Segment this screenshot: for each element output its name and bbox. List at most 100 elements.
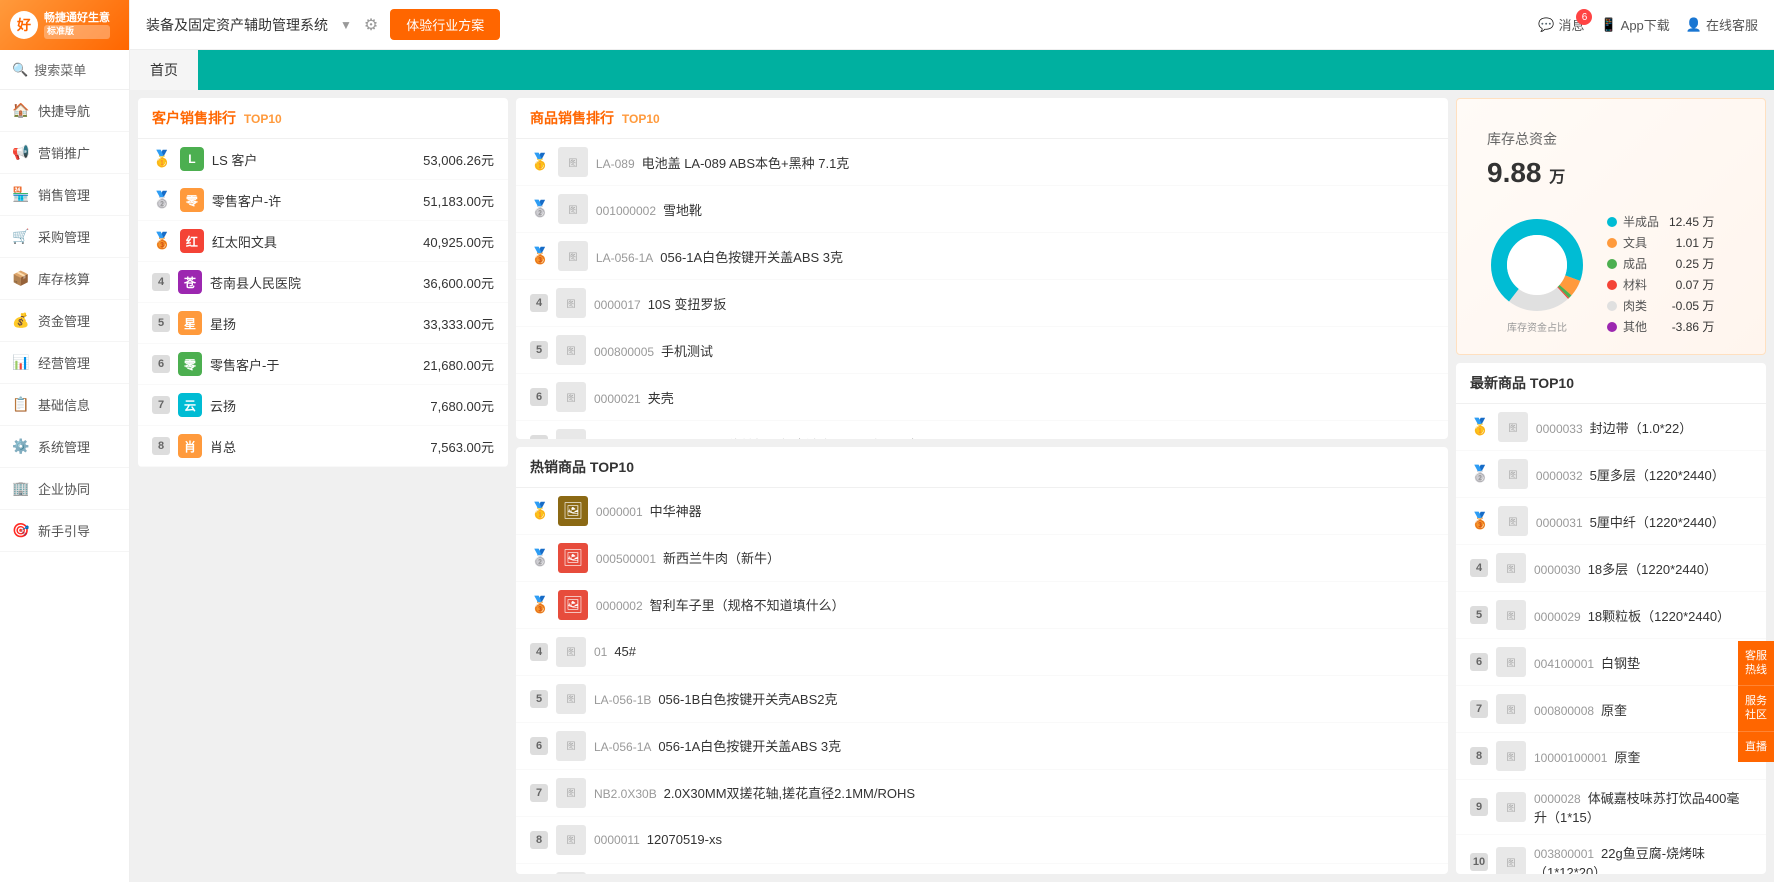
- hot-product-thumb: 图: [556, 637, 586, 667]
- sidebar-item-quick-nav[interactable]: 🏠 快捷导航: [0, 90, 129, 132]
- logo-text: 畅捷通好生意 标准版: [44, 11, 110, 39]
- legend-left: 文具: [1607, 234, 1663, 251]
- rank-number: 5: [152, 314, 170, 332]
- rank-number: 5: [530, 690, 548, 708]
- rank-number: 8: [1470, 747, 1488, 765]
- rank-number: 4: [530, 294, 548, 312]
- search-menu[interactable]: 🔍 搜索菜单: [0, 50, 129, 90]
- rank-number: 8: [152, 437, 170, 455]
- tab-home[interactable]: 首页: [130, 50, 198, 90]
- sidebar: 好 畅捷通好生意 标准版 🔍 搜索菜单 🏠 快捷导航 📢 营销推广 🏪 销售管理…: [0, 0, 130, 882]
- legend-dot: [1607, 259, 1617, 269]
- customer-avatar: 苍: [178, 270, 202, 294]
- product-thumb: 图: [556, 429, 586, 439]
- hot-product-code: 000500001: [596, 552, 659, 566]
- mobile-icon: 📱: [1600, 17, 1616, 33]
- product-name: 056-1A白色按键开关盖ABS 3克: [660, 250, 843, 265]
- customer-name: LS 客户: [212, 150, 415, 169]
- hot-product-name: 智利车子里（规格不知道填什么）: [650, 598, 845, 613]
- new-products-title: 最新商品 TOP10: [1470, 373, 1574, 393]
- hot-product-code: LA-056-1A: [594, 740, 655, 754]
- sidebar-item-finance[interactable]: 💰 资金管理: [0, 300, 129, 342]
- inventory-icon: 📦: [12, 270, 30, 288]
- hot-product-name: 056-1B白色按键开关壳ABS2克: [658, 692, 837, 707]
- sidebar-item-sales[interactable]: 🏪 销售管理: [0, 174, 129, 216]
- legend-item: 半成品 12.45 万: [1607, 213, 1714, 230]
- float-btn-live[interactable]: 直播: [1738, 732, 1774, 762]
- search-icon: 🔍: [12, 62, 28, 78]
- new-product-info: 0000029 18颗粒板（1220*2440）: [1534, 606, 1752, 625]
- sidebar-item-basic[interactable]: 📋 基础信息: [0, 384, 129, 426]
- customer-value: 7,680.00元: [430, 396, 494, 415]
- sidebar-item-corp[interactable]: 🏢 企业协同: [0, 468, 129, 510]
- new-product-code: 0000028: [1534, 792, 1584, 806]
- hot-products-header: 热销商品 TOP10: [516, 447, 1448, 488]
- legend-dot: [1607, 238, 1617, 248]
- customer-avatar: 零: [180, 188, 204, 212]
- sidebar-item-inventory[interactable]: 📦 库存核算: [0, 258, 129, 300]
- rank-number: 6: [530, 737, 548, 755]
- rank-number: 7: [530, 784, 548, 802]
- message-icon: 💬: [1538, 17, 1554, 33]
- product-info: 0000017 10S 变扭罗扳: [594, 294, 1434, 313]
- sidebar-item-marketing[interactable]: 📢 营销推广: [0, 132, 129, 174]
- product-info: 0000021 夹壳: [594, 388, 1434, 407]
- customer-value: 40,925.00元: [423, 232, 494, 251]
- product-code: 0000017: [594, 298, 644, 312]
- product-code: 000800005: [594, 345, 657, 359]
- rank-number: 6: [530, 388, 548, 406]
- rank-medal-1: 🥇: [530, 152, 550, 172]
- legend-name: 成品: [1623, 255, 1663, 272]
- dropdown-icon[interactable]: ▼: [340, 18, 352, 32]
- app-download-btn[interactable]: 📱 App下载: [1600, 15, 1669, 34]
- hot-product-info: 0000001 中华神器: [596, 501, 1434, 520]
- system-icon: ⚙️: [12, 438, 30, 456]
- rank-number: 6: [152, 355, 170, 373]
- hot-product-info: 000500001 新西兰牛肉（新牛）: [596, 548, 1434, 567]
- trial-button[interactable]: 体验行业方案: [390, 9, 500, 40]
- rank-medal-3: 🥉: [152, 231, 172, 251]
- hot-product-name: 2.0X30MM双搓花轴,搓花直径2.1MM/ROHS: [664, 786, 915, 801]
- corp-icon: 🏢: [12, 480, 30, 498]
- settings-icon[interactable]: ⚙: [364, 15, 378, 35]
- float-btn-service[interactable]: 客服热线: [1738, 641, 1774, 687]
- basic-icon: 📋: [12, 396, 30, 414]
- sidebar-item-purchase[interactable]: 🛒 采购管理: [0, 216, 129, 258]
- legend-value: 0.07 万: [1676, 276, 1715, 293]
- hot-product-code: NB2.0X30B: [594, 787, 660, 801]
- rank-medal-3: 🥉: [530, 595, 550, 615]
- hot-product-thumb: 🖼: [558, 496, 588, 526]
- sidebar-item-system[interactable]: ⚙️ 系统管理: [0, 426, 129, 468]
- new-product-code: 004100001: [1534, 657, 1597, 671]
- inventory-value: 9.88 万: [1487, 157, 1735, 189]
- customer-ranking-list: 🥇 L LS 客户 53,006.26元 🥈 零 零售客户-许 51,183.0…: [138, 139, 508, 467]
- hot-product-thumb: 🖼: [558, 590, 588, 620]
- inventory-card: 库存总资金 9.88 万: [1456, 98, 1766, 355]
- message-btn[interactable]: 💬 消息 6: [1538, 15, 1584, 34]
- customer-value: 51,183.00元: [423, 191, 494, 210]
- new-products-list: 🥇 图 0000033 封边带（1.0*22） 🥈 图 0000032 5厘多层…: [1456, 404, 1766, 874]
- new-product-info: 004100001 白钢垫: [1534, 653, 1752, 672]
- hot-product-item: 5 图 LA-056-1B 056-1B白色按键开关壳ABS2克: [516, 676, 1448, 723]
- hot-product-item: 6 图 LA-056-1A 056-1A白色按键开关盖ABS 3克: [516, 723, 1448, 770]
- rank-medal-2: 🥈: [152, 190, 172, 210]
- customer-value: 36,600.00元: [423, 273, 494, 292]
- rank-medal-2: 🥈: [530, 199, 550, 219]
- rank-number: 6: [1470, 653, 1488, 671]
- new-products-card: 最新商品 TOP10 🥇 图 0000033 封边带（1.0*22） 🥈 图 0…: [1456, 363, 1766, 874]
- rank-number: 4: [1470, 559, 1488, 577]
- inventory-content: 库存总资金 9.88 万: [1473, 115, 1749, 203]
- online-service-btn[interactable]: 👤 在线客服: [1686, 15, 1758, 34]
- legend-value: -3.86 万: [1672, 318, 1715, 335]
- legend-name: 肉类: [1623, 297, 1663, 314]
- sidebar-item-operation[interactable]: 📊 经营管理: [0, 342, 129, 384]
- app-logo: 好 畅捷通好生意 标准版: [0, 0, 129, 50]
- legend-dot: [1607, 280, 1617, 290]
- float-btn-community[interactable]: 服务社区: [1738, 686, 1774, 732]
- hot-products-card: 热销商品 TOP10 🥇 🖼 0000001 中华神器 🥈 🖼 00050000…: [516, 447, 1448, 874]
- legend-dot: [1607, 301, 1617, 311]
- hot-products-title: 热销商品 TOP10: [530, 457, 634, 477]
- product-name: 电池盖 LA-089 ABS本色+黑种 7.1克: [642, 156, 850, 171]
- sidebar-item-guide[interactable]: 🎯 新手引导: [0, 510, 129, 552]
- customer-rank-item: 🥉 红 红太阳文具 40,925.00元: [138, 221, 508, 262]
